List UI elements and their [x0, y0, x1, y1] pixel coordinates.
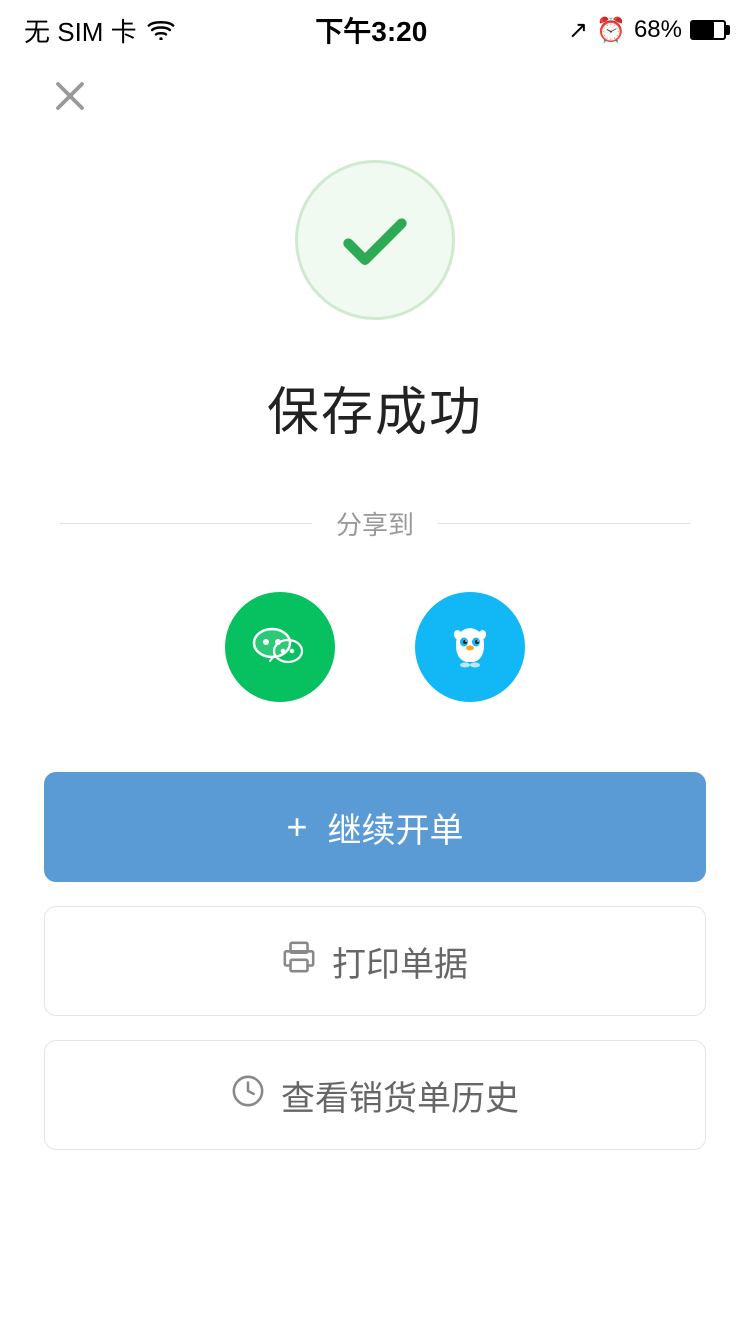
wechat-share-button[interactable]: [225, 592, 335, 702]
success-icon-circle: [295, 160, 455, 320]
qq-icon: [438, 615, 502, 679]
status-left: 无 SIM 卡: [24, 12, 175, 49]
location-icon: ↗: [568, 16, 588, 45]
action-buttons: + 继续开单 打印单据 查看销货单历史: [0, 772, 750, 1150]
divider-line-right: [438, 523, 690, 524]
qq-share-button[interactable]: [415, 592, 525, 702]
alarm-icon: ⏰: [596, 16, 626, 45]
wechat-icon: [248, 615, 312, 679]
share-divider: 分享到: [0, 505, 750, 542]
battery-percent: 68%: [634, 16, 682, 44]
share-label: 分享到: [312, 505, 438, 542]
main-content: 保存成功 分享到: [0, 60, 750, 1150]
wifi-icon: [147, 20, 175, 40]
status-bar: 无 SIM 卡 下午3:20 ↗ ⏰ 68%: [0, 0, 750, 60]
print-label: 打印单据: [332, 937, 468, 986]
battery-icon: [690, 20, 726, 40]
share-icons: [225, 592, 525, 702]
print-button[interactable]: 打印单据: [44, 906, 706, 1016]
history-label: 查看销货单历史: [281, 1071, 519, 1120]
continue-order-label: 继续开单: [328, 803, 464, 852]
success-title: 保存成功: [267, 370, 483, 445]
no-sim-text: 无 SIM 卡: [24, 12, 137, 49]
print-icon: [282, 940, 316, 982]
checkmark-icon: [335, 200, 415, 280]
history-button[interactable]: 查看销货单历史: [44, 1040, 706, 1150]
status-time: 下午3:20: [315, 10, 427, 50]
close-button[interactable]: [44, 70, 96, 122]
divider-line-left: [60, 523, 312, 524]
continue-order-button[interactable]: + 继续开单: [44, 772, 706, 882]
history-icon: [231, 1074, 265, 1117]
plus-icon: +: [286, 806, 307, 848]
status-right: ↗ ⏰ 68%: [568, 16, 726, 45]
